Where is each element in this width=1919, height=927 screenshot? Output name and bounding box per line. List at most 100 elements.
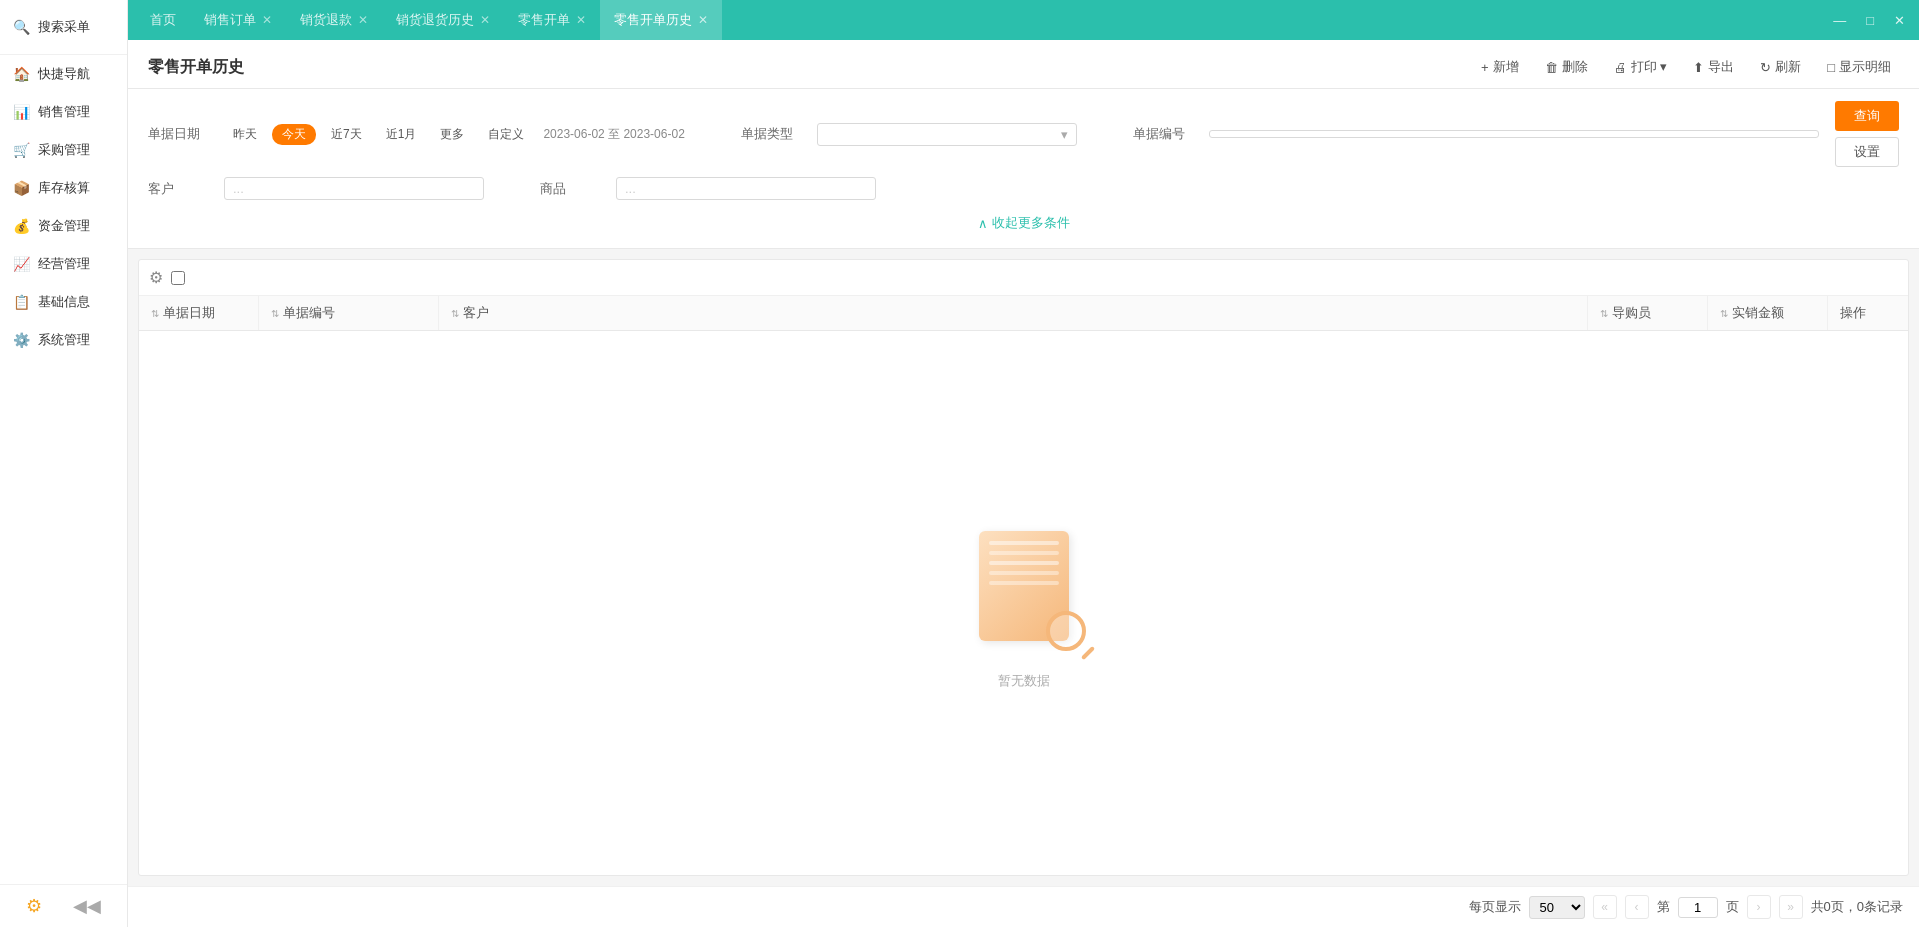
home-icon: 🏠 bbox=[12, 65, 30, 83]
empty-text: 暂无数据 bbox=[998, 672, 1050, 690]
table-settings-icon[interactable]: ⚙ bbox=[149, 268, 163, 287]
close-btn[interactable]: ✕ bbox=[1888, 11, 1911, 30]
th-num-label: 单据编号 bbox=[283, 304, 335, 322]
date-btn-custom[interactable]: 自定义 bbox=[479, 123, 533, 146]
display-icon: □ bbox=[1827, 60, 1835, 75]
topbar: 首页 销售订单 ✕ 销货退款 ✕ 销货退货历史 ✕ 零售开单 ✕ 零售开单历史 … bbox=[128, 0, 1919, 40]
page-size-select[interactable]: 50 10 20 100 bbox=[1529, 896, 1585, 919]
print-button[interactable]: 🖨 打印 ▾ bbox=[1606, 54, 1676, 80]
date-btn-more[interactable]: 更多 bbox=[431, 123, 473, 146]
tab-retail-open-close[interactable]: ✕ bbox=[576, 13, 586, 27]
goods-input[interactable]: ... bbox=[616, 177, 876, 200]
sidebar-item-finance[interactable]: 💰 资金管理 bbox=[0, 207, 127, 245]
sort-icon: ⇅ bbox=[1600, 308, 1608, 319]
date-buttons: 昨天 今天 近7天 近1月 更多 自定义 2023-06-02 至 2023-0… bbox=[224, 123, 685, 146]
first-page-btn[interactable]: « bbox=[1593, 895, 1617, 919]
collapse-sidebar-icon[interactable]: ◀◀ bbox=[73, 895, 101, 917]
th-date-label: 单据日期 bbox=[163, 304, 215, 322]
sidebar: 🔍 搜索采单 🏠 快捷导航 📊 销售管理 🛒 采购管理 📦 库存核算 💰 资金管… bbox=[0, 0, 128, 927]
th-guide[interactable]: ⇅ 导购员 bbox=[1588, 296, 1708, 330]
tab-sales-return-history-label: 销货退货历史 bbox=[396, 11, 474, 29]
sidebar-item-inventory[interactable]: 📦 库存核算 bbox=[0, 169, 127, 207]
empty-illustration bbox=[954, 516, 1094, 656]
prev-page-btn[interactable]: ‹ bbox=[1625, 895, 1649, 919]
goods-placeholder: ... bbox=[625, 181, 636, 196]
tab-sales-return[interactable]: 销货退款 ✕ bbox=[286, 0, 382, 40]
th-amount[interactable]: ⇅ 实销金额 bbox=[1708, 296, 1828, 330]
minimize-btn[interactable]: — bbox=[1827, 11, 1852, 30]
table-area: ⚙ ⇅ 单据日期 ⇅ 单据编号 ⇅ 客户 ⇅ 导购员 ⇅ 实销金额 bbox=[138, 259, 1909, 876]
query-button[interactable]: 查询 bbox=[1835, 101, 1899, 131]
print-icon: 🖨 bbox=[1614, 60, 1627, 75]
tab-sales-return-close[interactable]: ✕ bbox=[358, 13, 368, 27]
sidebar-item-operations[interactable]: 📈 经营管理 bbox=[0, 245, 127, 283]
client-placeholder: ... bbox=[233, 181, 244, 196]
next-page-btn[interactable]: › bbox=[1747, 895, 1771, 919]
date-btn-last1m[interactable]: 近1月 bbox=[377, 123, 426, 146]
sidebar-item-sys-mgmt[interactable]: ⚙️ 系统管理 bbox=[0, 321, 127, 359]
table-body: 暂无数据 bbox=[139, 331, 1908, 875]
filter-row-client: 客户 ... 商品 ... bbox=[148, 177, 1899, 200]
header-actions: + 新增 🗑 删除 🖨 打印 ▾ ⬆ 导出 ↻ 刷新 □ 显示明细 bbox=[1473, 54, 1899, 80]
add-button[interactable]: + 新增 bbox=[1473, 54, 1527, 80]
th-num[interactable]: ⇅ 单据编号 bbox=[259, 296, 439, 330]
filter-area: 单据日期 昨天 今天 近7天 近1月 更多 自定义 2023-06-02 至 2… bbox=[128, 89, 1919, 249]
sidebar-bottom: ⚙ ◀◀ bbox=[0, 884, 127, 927]
content-header: 零售开单历史 + 新增 🗑 删除 🖨 打印 ▾ ⬆ 导出 ↻ 刷新 bbox=[128, 40, 1919, 89]
print-label: 打印 ▾ bbox=[1631, 58, 1668, 76]
tab-retail-open-history-close[interactable]: ✕ bbox=[698, 13, 708, 27]
table-header: ⇅ 单据日期 ⇅ 单据编号 ⇅ 客户 ⇅ 导购员 ⇅ 实销金额 操作 bbox=[139, 296, 1908, 331]
sidebar-item-sales-mgmt[interactable]: 📊 销售管理 bbox=[0, 93, 127, 131]
set-button[interactable]: 设置 bbox=[1835, 137, 1899, 167]
delete-icon: 🗑 bbox=[1545, 60, 1558, 75]
chevron-down-icon: ▾ bbox=[1061, 127, 1068, 142]
tab-sales-return-history-close[interactable]: ✕ bbox=[480, 13, 490, 27]
client-label: 客户 bbox=[148, 180, 208, 198]
refresh-button[interactable]: ↻ 刷新 bbox=[1752, 54, 1809, 80]
tab-retail-open-history[interactable]: 零售开单历史 ✕ bbox=[600, 0, 722, 40]
th-date[interactable]: ⇅ 单据日期 bbox=[139, 296, 259, 330]
date-label: 单据日期 bbox=[148, 125, 208, 143]
settings-icon[interactable]: ⚙ bbox=[26, 895, 42, 917]
collapse-more-btn[interactable]: ∧ 收起更多条件 bbox=[148, 210, 1899, 236]
th-guide-label: 导购员 bbox=[1612, 304, 1651, 322]
date-btn-last7[interactable]: 近7天 bbox=[322, 123, 371, 146]
tab-sales-order-label: 销售订单 bbox=[204, 11, 256, 29]
sidebar-item-quick-nav[interactable]: 🏠 快捷导航 bbox=[0, 55, 127, 93]
sort-icon: ⇅ bbox=[1720, 308, 1728, 319]
last-page-btn[interactable]: » bbox=[1779, 895, 1803, 919]
last-page-icon: » bbox=[1787, 900, 1794, 914]
tab-sales-return-history[interactable]: 销货退货历史 ✕ bbox=[382, 0, 504, 40]
page-input[interactable] bbox=[1678, 897, 1718, 918]
display-label: 显示明细 bbox=[1839, 58, 1891, 76]
tab-home[interactable]: 首页 bbox=[136, 0, 190, 40]
display-detail-button[interactable]: □ 显示明细 bbox=[1819, 54, 1899, 80]
date-btn-today[interactable]: 今天 bbox=[272, 124, 316, 145]
sidebar-search-label: 搜索采单 bbox=[38, 18, 90, 36]
sys-icon: ⚙️ bbox=[12, 331, 30, 349]
delete-button[interactable]: 🗑 删除 bbox=[1537, 54, 1596, 80]
date-btn-yesterday[interactable]: 昨天 bbox=[224, 123, 266, 146]
tab-sales-order[interactable]: 销售订单 ✕ bbox=[190, 0, 286, 40]
doc-num-label: 单据编号 bbox=[1133, 125, 1193, 143]
client-input[interactable]: ... bbox=[224, 177, 484, 200]
tab-retail-open-label: 零售开单 bbox=[518, 11, 570, 29]
export-button[interactable]: ⬆ 导出 bbox=[1685, 54, 1742, 80]
maximize-btn[interactable]: □ bbox=[1860, 11, 1880, 30]
tab-sales-return-label: 销货退款 bbox=[300, 11, 352, 29]
sidebar-nav: 🏠 快捷导航 📊 销售管理 🛒 采购管理 📦 库存核算 💰 资金管理 📈 经营管… bbox=[0, 55, 127, 359]
tab-retail-open[interactable]: 零售开单 ✕ bbox=[504, 0, 600, 40]
date-range-display: 2023-06-02 至 2023-06-02 bbox=[543, 126, 684, 143]
select-all-checkbox[interactable] bbox=[171, 271, 185, 285]
sidebar-item-base-info[interactable]: 📋 基础信息 bbox=[0, 283, 127, 321]
sidebar-search[interactable]: 🔍 搜索采单 bbox=[0, 10, 127, 44]
doc-type-select[interactable]: ▾ bbox=[817, 123, 1077, 146]
next-page-icon: › bbox=[1757, 900, 1761, 914]
sort-icon: ⇅ bbox=[271, 308, 279, 319]
prev-page-icon: ‹ bbox=[1635, 900, 1639, 914]
th-client[interactable]: ⇅ 客户 bbox=[439, 296, 1588, 330]
magnify-icon bbox=[1046, 611, 1086, 651]
doc-num-input[interactable] bbox=[1209, 130, 1819, 138]
tab-sales-order-close[interactable]: ✕ bbox=[262, 13, 272, 27]
sidebar-item-purchase-mgmt[interactable]: 🛒 采购管理 bbox=[0, 131, 127, 169]
